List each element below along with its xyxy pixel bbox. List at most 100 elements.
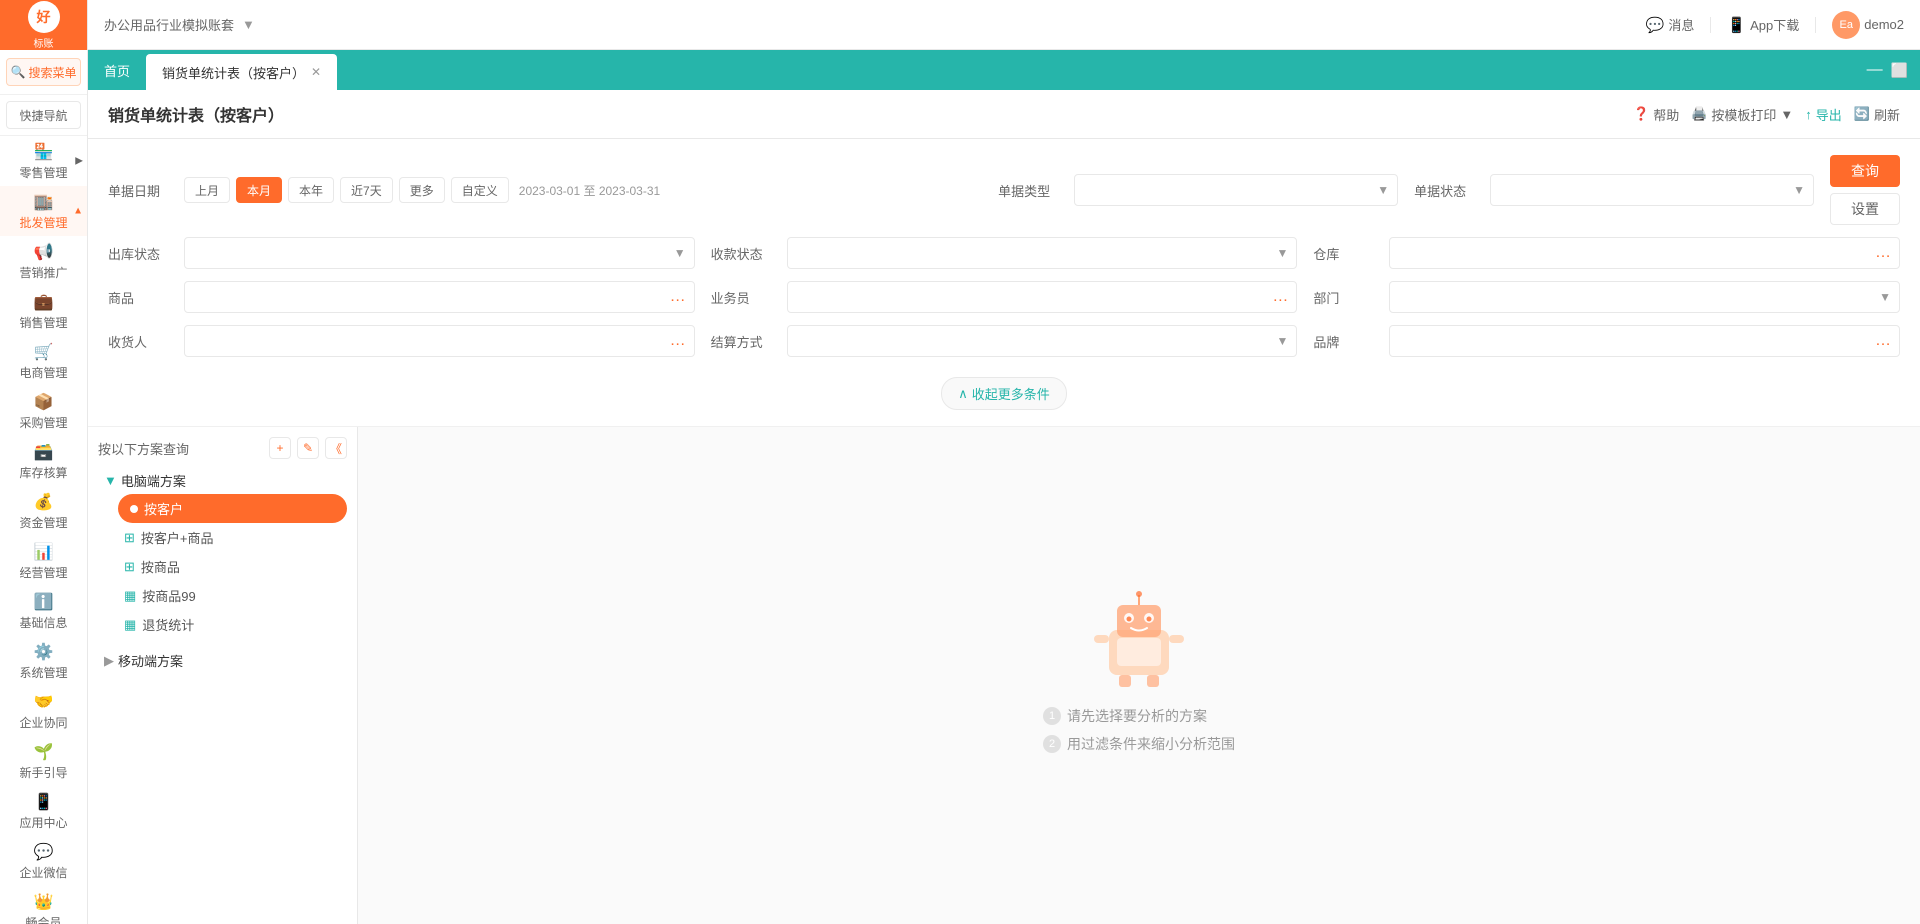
- print-button[interactable]: 🖨️ 按模板打印 ▼: [1691, 105, 1793, 124]
- message-button[interactable]: 💬 消息: [1646, 15, 1695, 34]
- sidebar-item-enterprise[interactable]: 🤝 企业协同: [0, 686, 87, 736]
- delivery-status-select[interactable]: ▼: [184, 237, 695, 269]
- tree-item-refund[interactable]: ▦ 退货统计: [118, 610, 347, 639]
- product-dots[interactable]: …: [670, 288, 686, 306]
- sidebar-item-finance[interactable]: 💰 资金管理: [0, 486, 87, 536]
- salesperson-select[interactable]: …: [787, 281, 1298, 313]
- filter-row-2: 出库状态 ▼ 收款状态 ▼ 仓库 …: [108, 237, 1900, 269]
- warehouse-select[interactable]: …: [1389, 237, 1900, 269]
- tree-section-mobile[interactable]: ▶ 移动端方案: [98, 647, 347, 674]
- sales-icon: 💼: [34, 292, 54, 312]
- payment-dropdown-icon: ▼: [1276, 246, 1288, 260]
- finance-icon: 💰: [34, 492, 54, 512]
- recipient-select[interactable]: …: [184, 325, 695, 357]
- tip-text-1: 请先选择要分析的方案: [1067, 706, 1207, 726]
- tree-item-by-product99[interactable]: ▦ 按商品99: [118, 581, 347, 610]
- date-preset-last-month[interactable]: 上月: [184, 177, 230, 203]
- delivery-status-label: 出库状态: [108, 244, 168, 263]
- download-icon: 📱: [1727, 16, 1746, 34]
- logo[interactable]: 好 标账: [0, 0, 87, 50]
- avatar: Ea: [1832, 11, 1860, 39]
- sidebar-item-wechat[interactable]: 💬 企业微信: [0, 836, 87, 886]
- help-button[interactable]: ❓ 帮助: [1633, 105, 1679, 124]
- sidebar-item-purchase[interactable]: 📦 采购管理: [0, 386, 87, 436]
- settings-button[interactable]: 设置: [1830, 193, 1900, 225]
- brand-dots[interactable]: …: [1875, 332, 1891, 350]
- tab-close-icon[interactable]: ✕: [311, 65, 321, 79]
- grid-icon2: ⊞: [124, 559, 135, 575]
- product-select[interactable]: …: [184, 281, 695, 313]
- date-preset-custom[interactable]: 自定义: [451, 177, 509, 203]
- enterprise-icon: 🤝: [34, 692, 54, 712]
- order-type-label: 单据类型: [998, 181, 1058, 200]
- empty-state: 1 请先选择要分析的方案 2 用过滤条件来缩小分析范围: [1043, 590, 1235, 762]
- sidebar-item-system[interactable]: ⚙️ 系统管理: [0, 636, 87, 686]
- warehouse-dots[interactable]: …: [1875, 244, 1891, 262]
- sidebar-item-sales[interactable]: 💼 销售管理: [0, 286, 87, 336]
- payment-status-select[interactable]: ▼: [787, 237, 1298, 269]
- sidebar-item-ecommerce[interactable]: 🛒 电商管理: [0, 336, 87, 386]
- export-button[interactable]: ↑ 导出: [1805, 105, 1842, 124]
- collapse-filter-button[interactable]: ∧ 收起更多条件: [941, 377, 1067, 410]
- search-menu-button[interactable]: 🔍 搜索菜单: [6, 58, 81, 86]
- quick-nav-button[interactable]: 快捷导航: [6, 101, 81, 129]
- recipient-dots[interactable]: …: [670, 332, 686, 350]
- tip-num-1: 1: [1043, 707, 1061, 725]
- date-label: 单据日期: [108, 181, 168, 200]
- sidebar-item-newbie[interactable]: 🌱 新手引导: [0, 736, 87, 786]
- refresh-icon: 🔄: [1854, 106, 1870, 122]
- tab-sales-stat[interactable]: 销货单统计表（按客户） ✕: [146, 54, 337, 90]
- add-scheme-button[interactable]: +: [269, 437, 291, 459]
- tree-section-desktop[interactable]: ▼ 电脑端方案: [98, 467, 347, 494]
- salesperson-dots[interactable]: …: [1272, 288, 1288, 306]
- collapse-icon: ∧: [958, 386, 968, 402]
- message-icon: 💬: [1646, 16, 1665, 34]
- department-label: 部门: [1313, 288, 1373, 307]
- sidebar-item-retail[interactable]: 🏪 零售管理 ▶: [0, 136, 87, 186]
- sidebar-item-wholesale[interactable]: 🏬 批发管理 ▲: [0, 186, 87, 236]
- order-type-select[interactable]: ▼: [1074, 174, 1398, 206]
- retail-icon: 🏪: [34, 142, 54, 162]
- date-preset-this-month[interactable]: 本月: [236, 177, 282, 203]
- order-status-select[interactable]: ▼: [1490, 174, 1814, 206]
- edit-scheme-button[interactable]: ✎: [297, 437, 319, 459]
- tree-item-by-customer-product[interactable]: ⊞ 按客户+商品: [118, 523, 347, 552]
- user-menu[interactable]: Ea demo2: [1832, 11, 1904, 39]
- delivery-dropdown-icon: ▼: [674, 246, 686, 260]
- empty-tips: 1 请先选择要分析的方案 2 用过滤条件来缩小分析范围: [1043, 706, 1235, 762]
- divider: [1710, 17, 1711, 33]
- left-panel-actions: + ✎ 《: [269, 437, 347, 459]
- date-presets: 上月 本月 本年 近7天 更多 自定义 2023-03-01 至 2023-03…: [184, 177, 660, 203]
- app-download-button[interactable]: 📱 App下载: [1727, 15, 1799, 34]
- query-button[interactable]: 查询: [1830, 155, 1900, 187]
- content-area: 按以下方案查询 + ✎ 《 ▼ 电脑端方案: [88, 427, 1920, 924]
- sidebar-item-basic[interactable]: ℹ️ 基础信息: [0, 586, 87, 636]
- tree-item-by-customer[interactable]: 按客户: [118, 494, 347, 523]
- sidebar-item-operations[interactable]: 📊 经营管理: [0, 536, 87, 586]
- order-type-dropdown-icon: ▼: [1377, 183, 1389, 197]
- sidebar-item-inventory[interactable]: 🗃️ 库存核算: [0, 436, 87, 486]
- filter-panel: 单据日期 上月 本月 本年 近7天 更多 自定义 2023-03-01 至 20…: [88, 139, 1920, 427]
- sidebar-item-marketing[interactable]: 📢 营销推广: [0, 236, 87, 286]
- sidebar-item-appcenter[interactable]: 📱 应用中心: [0, 786, 87, 836]
- tree-item-by-product[interactable]: ⊞ 按商品: [118, 552, 347, 581]
- settlement-select[interactable]: ▼: [787, 325, 1298, 357]
- window-maximize-icon[interactable]: ⬜: [1891, 62, 1908, 79]
- left-panel-header: 按以下方案查询 + ✎ 《: [98, 437, 347, 459]
- sidebar-item-member[interactable]: 👑 畅会员: [0, 886, 87, 924]
- export-icon: ↑: [1805, 107, 1812, 122]
- active-dot: [130, 505, 138, 513]
- header-dropdown-icon[interactable]: ▼: [242, 17, 255, 32]
- department-dropdown-icon: ▼: [1879, 290, 1891, 304]
- tab-home[interactable]: 首页: [88, 50, 146, 90]
- refresh-button[interactable]: 🔄 刷新: [1854, 105, 1900, 124]
- collapse-panel-button[interactable]: 《: [325, 437, 347, 459]
- department-select[interactable]: ▼: [1389, 281, 1900, 313]
- date-preset-7days[interactable]: 近7天: [340, 177, 393, 203]
- date-preset-this-year[interactable]: 本年: [288, 177, 334, 203]
- date-preset-more[interactable]: 更多: [399, 177, 445, 203]
- window-minimize-icon[interactable]: —: [1867, 61, 1883, 79]
- brand-select[interactable]: …: [1389, 325, 1900, 357]
- wechat-icon: 💬: [34, 842, 54, 862]
- logo-text: 标账: [34, 35, 54, 50]
